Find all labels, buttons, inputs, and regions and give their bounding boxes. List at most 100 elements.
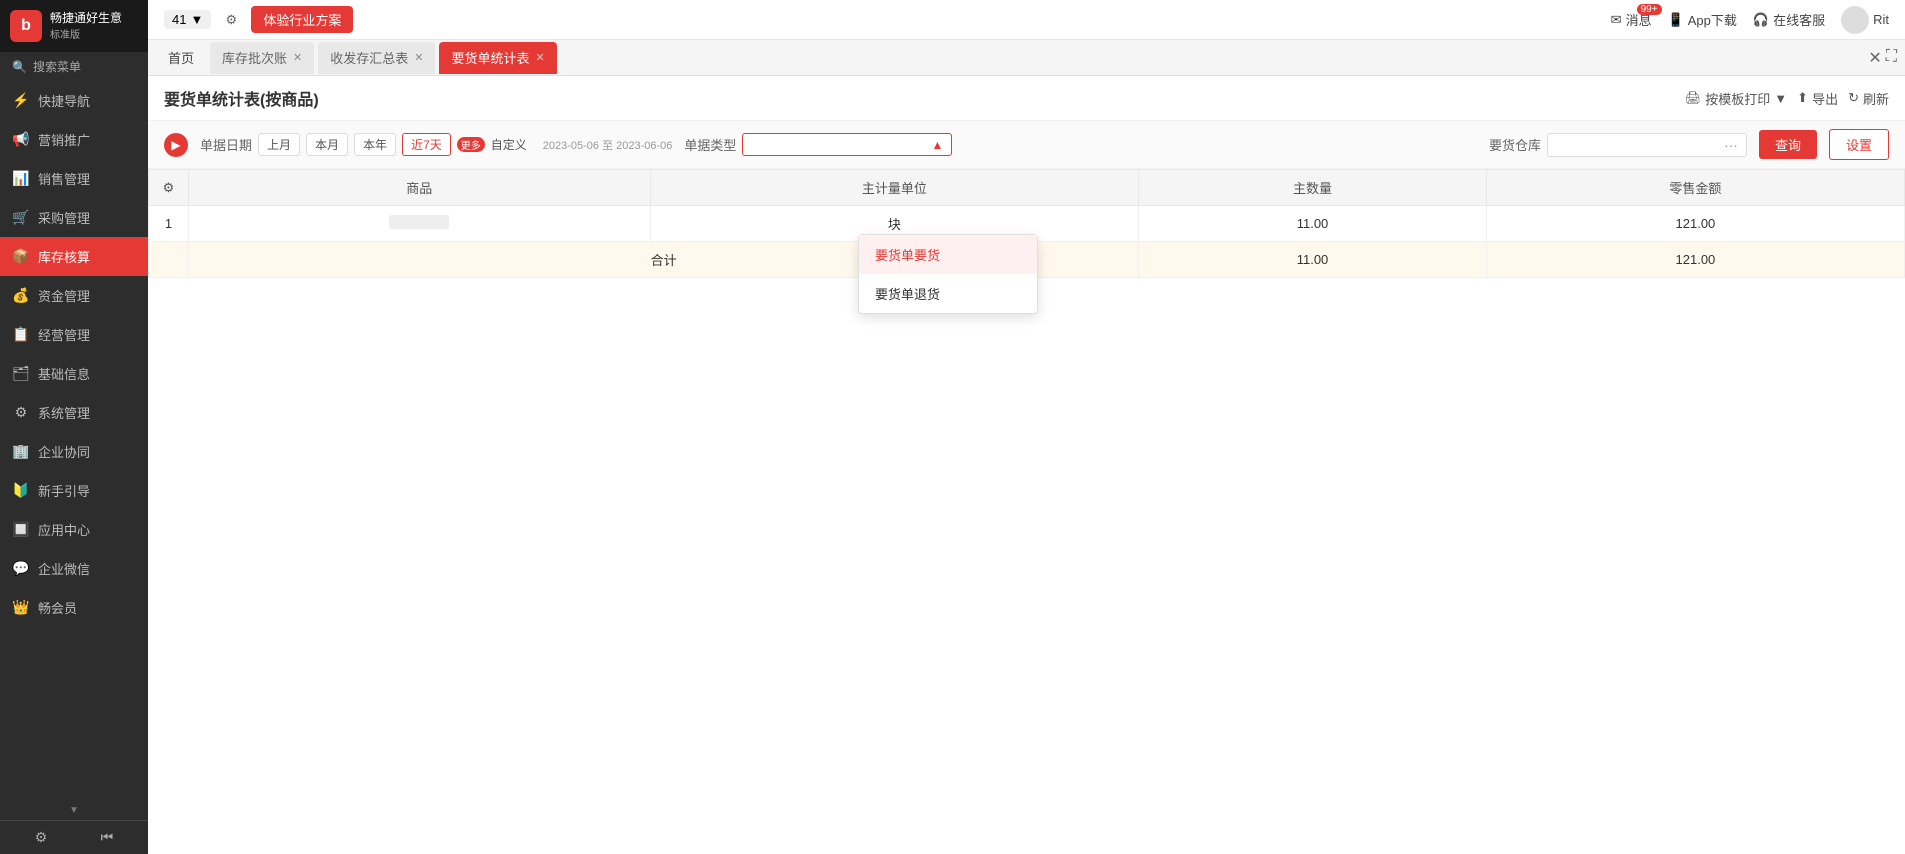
sidebar-item-apps[interactable]: 🔲 应用中心 (0, 510, 148, 549)
sidebar-item-base[interactable]: 🗂 基础信息 (0, 354, 148, 393)
date-label: 单据日期 (200, 135, 252, 154)
service-icon: 🎧 (1753, 12, 1769, 28)
sidebar-label-sales: 销售管理 (38, 169, 90, 188)
filter-bar: ▶ 单据日期 上月 本月 本年 近7天 更多 自定义 2023-05-06 至 … (148, 121, 1905, 169)
sidebar-item-marketing[interactable]: 📢 营销推广 (0, 120, 148, 159)
col-settings-header[interactable]: ⚙ (149, 170, 189, 206)
store-selector[interactable]: 41 ▼ (164, 10, 211, 29)
export-btn[interactable]: ⬆ 导出 (1797, 89, 1838, 108)
print-btn[interactable]: 🖨 按模板打印 ▼ (1685, 89, 1787, 108)
tab-home-label: 首页 (168, 48, 194, 67)
search-icon: 🔍 (12, 60, 27, 74)
industry-btn[interactable]: 体验行业方案 (251, 6, 353, 33)
refresh-btn[interactable]: ↻ 刷新 (1848, 89, 1889, 108)
messages-btn[interactable]: ✉ 消息 99+ (1611, 10, 1652, 29)
app-download-btn[interactable]: 📱 App下载 (1668, 10, 1737, 29)
date-more-badge[interactable]: 更多 (457, 137, 485, 152)
sidebar-item-quick-nav[interactable]: ⚡ 快捷导航 (0, 81, 148, 120)
tab-close-all[interactable]: ✕ (1868, 48, 1881, 68)
cell-qty: 11.00 (1139, 206, 1487, 242)
warehouse-select[interactable]: ··· (1547, 133, 1747, 157)
query-btn[interactable]: 查询 (1759, 130, 1817, 159)
sidebar-item-finance[interactable]: 💰 资金管理 (0, 276, 148, 315)
export-icon: ⬆ (1797, 90, 1808, 106)
cell-product (189, 206, 651, 242)
topbar-gear-btn[interactable]: ⚙ (219, 8, 243, 32)
sidebar-item-enterprise[interactable]: 🏢 企业协同 (0, 432, 148, 471)
sidebar-item-vip[interactable]: 👑 畅会员 (0, 588, 148, 627)
page-title: 要货单统计表(按商品) (164, 86, 319, 110)
tab-batch-ledger-close[interactable]: ✕ (293, 51, 302, 64)
user-avatar-area[interactable]: Rit (1841, 6, 1889, 34)
tab-batch-ledger[interactable]: 库存批次账 ✕ (210, 42, 314, 74)
filter-toggle-btn[interactable]: ▶ (164, 133, 188, 157)
system-icon: ⚙ (12, 404, 30, 422)
app-subtitle: 标准版 (50, 26, 122, 41)
app-logo: b (10, 10, 42, 42)
warehouse-filter-group: 要货仓库 ··· (1489, 133, 1747, 157)
cell-amount: 121.00 (1486, 206, 1904, 242)
tab-order-stats-close[interactable]: ✕ (536, 51, 545, 64)
sidebar-label-purchase: 采购管理 (38, 208, 90, 227)
warehouse-more-icon: ··· (1724, 137, 1738, 153)
store-dropdown-icon: ▼ (190, 12, 203, 27)
date-filter-group: 单据日期 上月 本月 本年 近7天 更多 自定义 (200, 133, 527, 156)
tab-order-stats-label: 要货单统计表 (451, 48, 529, 67)
finance-icon: 💰 (12, 287, 30, 305)
tab-bar-actions: ✕ ⛶ (1868, 48, 1897, 68)
sidebar-item-sales[interactable]: 📊 销售管理 (0, 159, 148, 198)
sidebar-label-apps: 应用中心 (38, 520, 90, 539)
sidebar-item-purchase[interactable]: 🛒 采购管理 (0, 198, 148, 237)
sidebar-search[interactable]: 🔍 搜索菜单 (0, 52, 148, 81)
app-download-label: App下载 (1688, 10, 1737, 29)
settings-footer-btn[interactable]: ⚙ (35, 829, 48, 846)
tab-home[interactable]: 首页 (156, 42, 206, 74)
date-last-month-btn[interactable]: 上月 (258, 133, 300, 156)
sidebar-item-system[interactable]: ⚙ 系统管理 (0, 393, 148, 432)
collapse-footer-btn[interactable]: ⏮ (101, 829, 114, 846)
date-7days-btn[interactable]: 近7天 (402, 133, 451, 156)
date-this-year-btn[interactable]: 本年 (354, 133, 396, 156)
newbie-icon: 🔰 (12, 482, 30, 500)
tab-inout-summary-close[interactable]: ✕ (414, 51, 423, 64)
search-label: 搜索菜单 (33, 58, 81, 75)
sidebar-item-operations[interactable]: 📋 经营管理 (0, 315, 148, 354)
tab-expand[interactable]: ⛶ (1886, 48, 1897, 68)
content-area: 要货单统计表(按商品) 🖨 按模板打印 ▼ ⬆ 导出 ↻ 刷新 ▶ (148, 76, 1905, 854)
print-icon: 🖨 (1685, 90, 1702, 106)
user-avatar (1841, 6, 1869, 34)
export-label: 导出 (1812, 89, 1838, 108)
wechat-icon: 💬 (12, 560, 30, 578)
online-service-btn[interactable]: 🎧 在线客服 (1753, 10, 1825, 29)
tab-inout-summary[interactable]: 收发存汇总表 ✕ (318, 42, 435, 74)
date-this-month-btn[interactable]: 本月 (306, 133, 348, 156)
setting-btn[interactable]: 设置 (1829, 129, 1889, 160)
sidebar-label-finance: 资金管理 (38, 286, 90, 305)
scroll-down-icon[interactable]: ▼ (69, 805, 79, 816)
type-select[interactable]: ▲ (742, 133, 952, 156)
sidebar-item-newbie[interactable]: 🔰 新手引导 (0, 471, 148, 510)
type-input[interactable] (751, 137, 927, 152)
sidebar-label-system: 系统管理 (38, 403, 90, 422)
user-name: Rit (1873, 12, 1889, 27)
total-amount: 121.00 (1486, 242, 1904, 278)
sidebar-label-newbie: 新手引导 (38, 481, 90, 500)
col-unit-header: 主计量单位 (650, 170, 1139, 206)
type-dropdown: 要货单要货 要货单退货 (858, 234, 1038, 314)
message-icon: ✉ (1611, 12, 1622, 28)
main-area: 41 ▼ ⚙ 体验行业方案 ✉ 消息 99+ 📱 App下载 🎧 在线客服 (148, 0, 1905, 854)
dropdown-item-order-return[interactable]: 要货单退货 (859, 274, 1037, 313)
store-number: 41 (172, 12, 186, 27)
date-custom-btn[interactable]: 自定义 (491, 136, 527, 153)
col-product-header: 商品 (189, 170, 651, 206)
messages-badge: 99+ (1637, 4, 1662, 15)
col-qty-header: 主数量 (1139, 170, 1487, 206)
type-label: 单据类型 (684, 135, 736, 154)
sidebar-item-wechat[interactable]: 💬 企业微信 (0, 549, 148, 588)
tab-order-stats[interactable]: 要货单统计表 ✕ (439, 42, 556, 74)
total-qty: 11.00 (1139, 242, 1487, 278)
sidebar-item-inventory[interactable]: 📦 库存核算 (0, 237, 148, 276)
dropdown-item-order-goods[interactable]: 要货单要货 (859, 235, 1037, 274)
sidebar-label-base: 基础信息 (38, 364, 90, 383)
warehouse-label: 要货仓库 (1489, 135, 1541, 154)
